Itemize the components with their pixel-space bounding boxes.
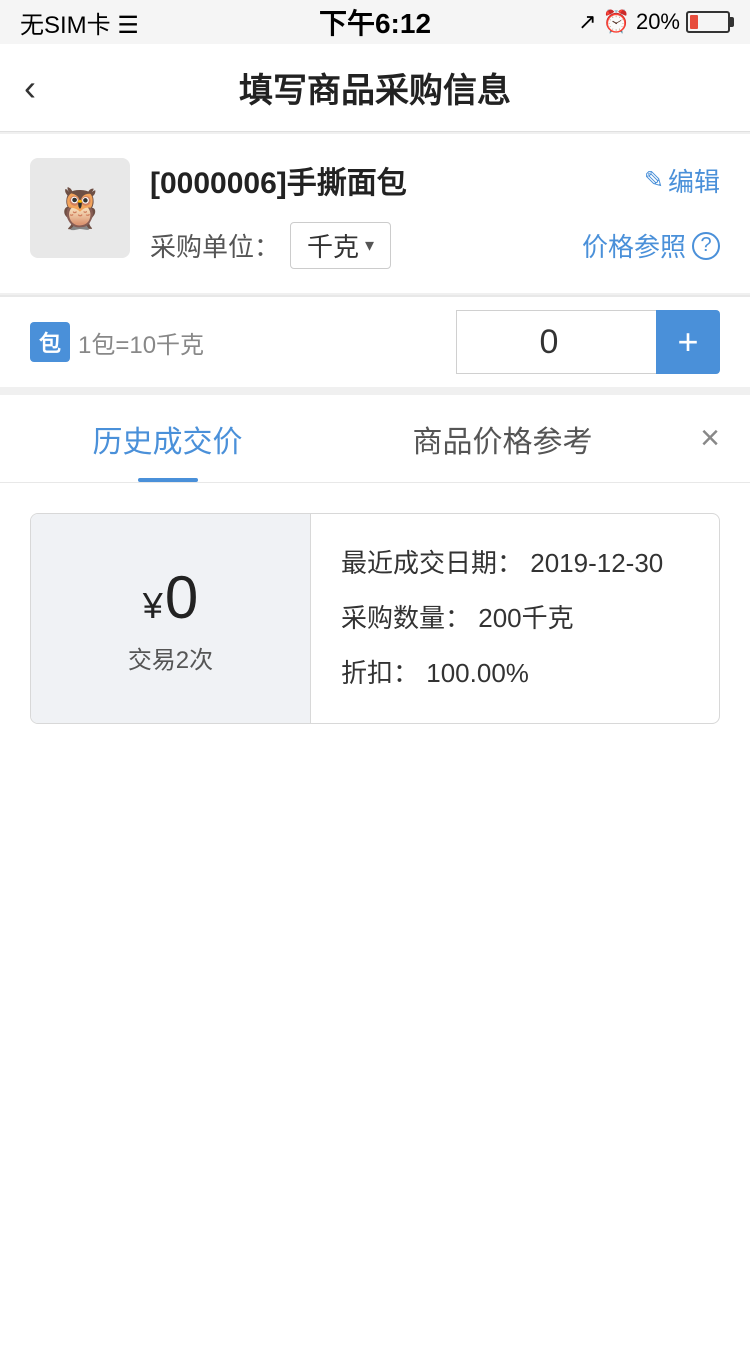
unit-value: 千克	[307, 227, 359, 264]
price-reference-button[interactable]: 价格参照 ?	[582, 227, 720, 264]
history-card: ¥ 0 交易2次 最近成交日期： 2019-12-30 采购数量： 200千克 …	[30, 513, 720, 724]
discount-row: 折扣： 100.00%	[341, 654, 689, 693]
battery-percent: 20%	[636, 9, 680, 35]
unit-badge: 包	[30, 322, 70, 362]
quantity-control[interactable]: +	[456, 310, 720, 374]
tab-price-ref-label: 商品价格参考	[413, 417, 593, 461]
page-title: 填写商品采购信息	[239, 63, 511, 112]
battery-icon	[686, 11, 730, 33]
location-icon: ↗	[578, 9, 596, 35]
status-right: ↗ ⏰ 20%	[578, 9, 730, 35]
price-display: ¥ 0	[143, 563, 198, 632]
nav-bar: ‹ 填写商品采购信息	[0, 44, 750, 132]
product-unit-row: 采购单位： 千克 ▾ 价格参照 ?	[150, 222, 720, 269]
tab-close-button[interactable]: ×	[670, 395, 750, 482]
price-amount: 0	[165, 563, 198, 632]
edit-button[interactable]: ✎ 编辑	[644, 162, 720, 199]
recent-date-label: 最近成交日期：	[341, 548, 523, 578]
purchase-qty-value: 200千克	[478, 603, 573, 633]
product-thumbnail: 🦉	[30, 158, 130, 258]
alarm-icon: ⏰	[603, 9, 630, 35]
product-logo-icon: 🦉	[55, 185, 105, 232]
edit-icon: ✎	[644, 166, 664, 195]
product-top-row: [0000006]手撕面包 ✎ 编辑	[150, 158, 720, 202]
tab-product-price-ref[interactable]: 商品价格参考	[335, 395, 670, 482]
recent-date-value: 2019-12-30	[530, 548, 663, 578]
bottom-area	[0, 754, 750, 1354]
discount-value: 100.00%	[426, 658, 529, 688]
tab-history-price[interactable]: 历史成交价	[0, 395, 335, 482]
product-info: [0000006]手撕面包 ✎ 编辑 采购单位： 千克 ▾ 价格参照 ?	[150, 158, 720, 269]
help-icon: ?	[692, 232, 720, 260]
content-area: ¥ 0 交易2次 最近成交日期： 2019-12-30 采购数量： 200千克 …	[0, 483, 750, 754]
unit-select[interactable]: 千克 ▾	[290, 222, 391, 269]
tabs-section: 历史成交价 商品价格参考 × ¥ 0 交易2次 最近成交日期： 2019-12-…	[0, 395, 750, 754]
trade-count: 交易2次	[128, 640, 213, 675]
product-name: [0000006]手撕面包	[150, 158, 407, 202]
quantity-plus-button[interactable]: +	[656, 310, 720, 374]
status-time: 下午6:12	[319, 2, 431, 42]
edit-label: 编辑	[668, 162, 720, 199]
unit-conversion: 1包=10千克	[78, 325, 204, 360]
product-header: 🦉 [0000006]手撕面包 ✎ 编辑 采购单位： 千克 ▾	[30, 158, 720, 269]
product-section: 🦉 [0000006]手撕面包 ✎ 编辑 采购单位： 千克 ▾	[0, 134, 750, 293]
tab-history-label: 历史成交价	[93, 417, 243, 461]
unit-label: 采购单位：	[150, 227, 280, 264]
quantity-input[interactable]	[456, 310, 656, 374]
unit-left: 采购单位： 千克 ▾	[150, 222, 391, 269]
price-ref-label: 价格参照	[582, 227, 686, 264]
recent-date-row: 最近成交日期： 2019-12-30	[341, 544, 689, 583]
sim-text: 无SIM卡 ☰	[20, 5, 139, 40]
currency-symbol: ¥	[143, 585, 163, 627]
purchase-qty-row: 采购数量： 200千克	[341, 599, 689, 638]
quantity-unit-info: 包 1包=10千克	[30, 322, 204, 362]
quantity-section: 包 1包=10千克 +	[0, 295, 750, 387]
status-bar: 无SIM卡 ☰ 下午6:12 ↗ ⏰ 20%	[0, 0, 750, 44]
purchase-qty-label: 采购数量：	[341, 603, 471, 633]
discount-label: 折扣：	[341, 658, 419, 688]
status-left: 无SIM卡 ☰	[20, 5, 139, 40]
tab-active-indicator	[138, 478, 198, 482]
tabs-header: 历史成交价 商品价格参考 ×	[0, 395, 750, 483]
battery-fill	[690, 15, 698, 29]
card-right: 最近成交日期： 2019-12-30 采购数量： 200千克 折扣： 100.0…	[311, 514, 719, 723]
quantity-row: 包 1包=10千克 +	[30, 297, 720, 387]
back-button[interactable]: ‹	[24, 67, 36, 109]
card-left: ¥ 0 交易2次	[31, 514, 311, 723]
chevron-down-icon: ▾	[365, 235, 374, 256]
